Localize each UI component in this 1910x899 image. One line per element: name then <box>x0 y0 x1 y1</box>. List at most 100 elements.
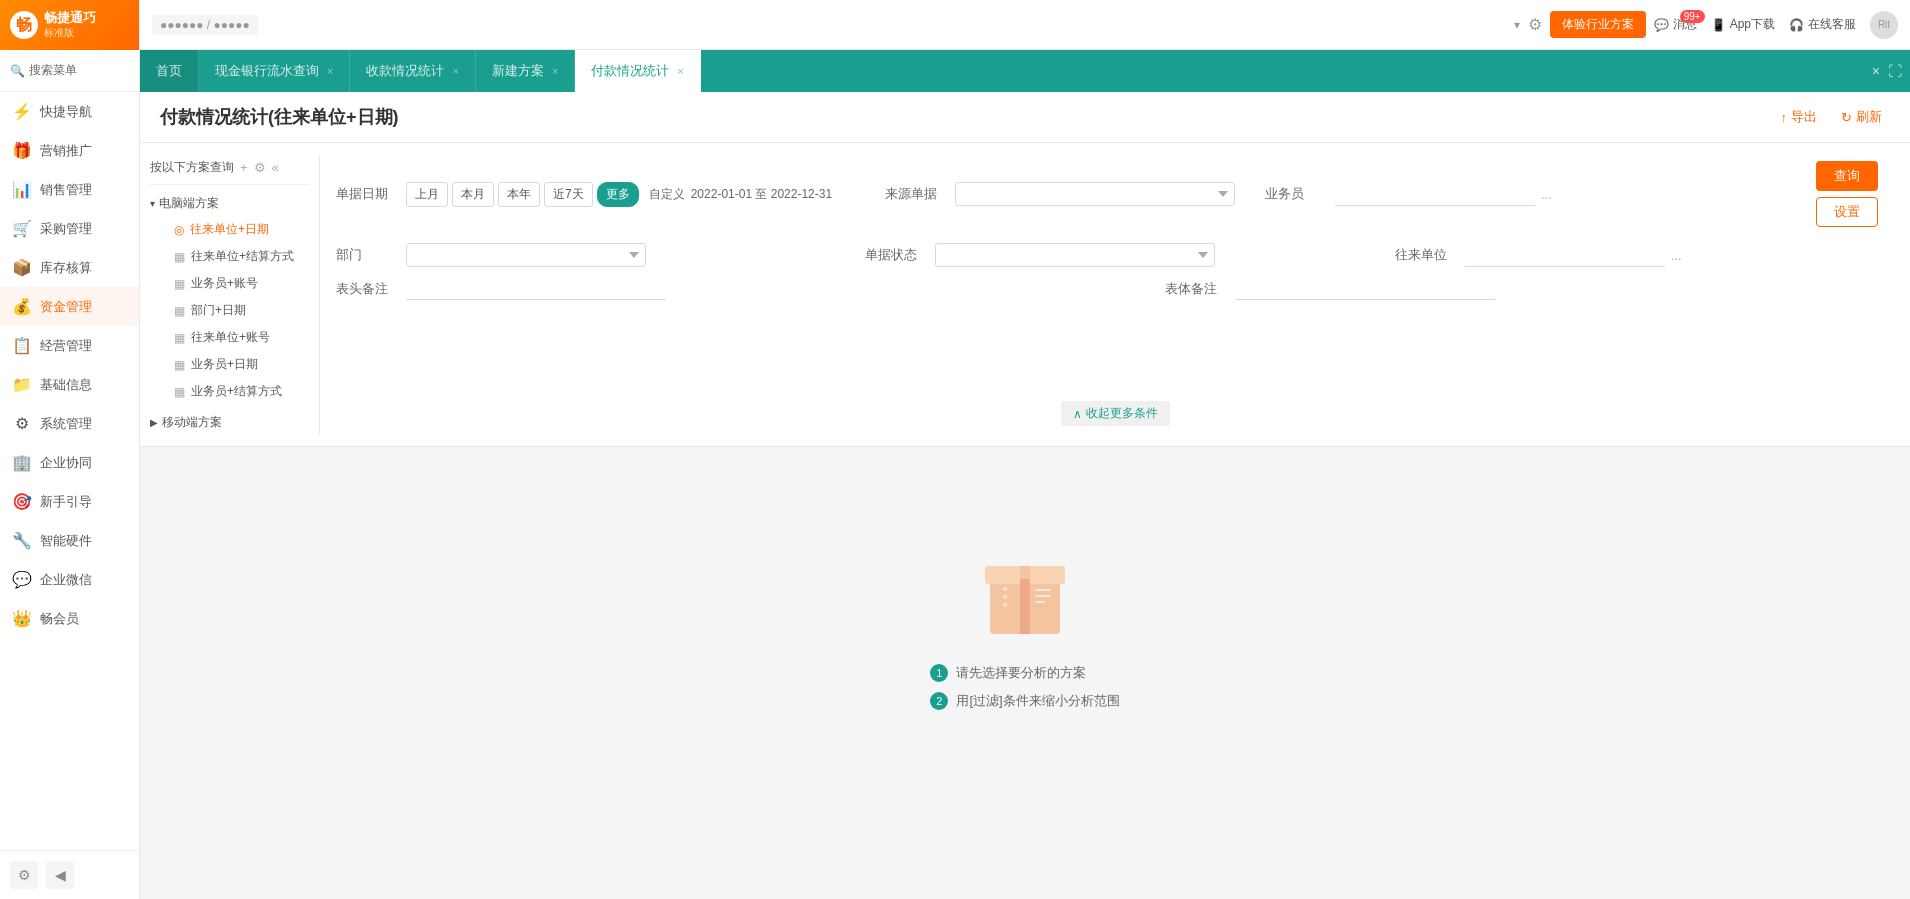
sidebar-item-operations[interactable]: 📋 经营管理 <box>0 326 139 365</box>
scheme-salesman-settlement-icon: ▦ <box>174 385 185 399</box>
filter-layout: 按以下方案查询 + ⚙ « ▾ 电脑端方案 ◎ 往来单 <box>140 155 1910 434</box>
scheme-salesman-account[interactable]: ▦ 业务员+账号 <box>166 270 309 297</box>
address-dropdown-btn[interactable]: ▾ <box>1514 18 1520 32</box>
export-btn[interactable]: ↑ 导出 <box>1773 104 1826 130</box>
sidebar-item-guide[interactable]: 🎯 新手引导 <box>0 482 139 521</box>
address-text: ●●●●●● / ●●●●● <box>152 15 258 35</box>
svg-rect-8 <box>1035 595 1051 597</box>
sidebar-item-system[interactable]: ⚙ 系统管理 <box>0 404 139 443</box>
dept-select[interactable] <box>406 243 646 267</box>
close-all-tabs-btn[interactable]: × <box>1872 63 1880 79</box>
scheme-salesman-date-label: 业务员+日期 <box>191 356 258 373</box>
tab-new-plan[interactable]: 新建方案 × <box>476 50 575 92</box>
sales-icon: 📊 <box>12 180 32 199</box>
sidebar-search-area[interactable]: 🔍 搜索菜单 <box>0 50 139 92</box>
partner-dots-btn[interactable]: ... <box>1671 248 1682 263</box>
scheme-add-btn[interactable]: + <box>240 160 248 175</box>
scheme-salesman-settlement[interactable]: ▦ 业务员+结算方式 <box>166 378 309 405</box>
scheme-dept-date[interactable]: ▦ 部门+日期 <box>166 297 309 324</box>
tab-payment[interactable]: 付款情况统计 × <box>575 50 700 92</box>
sidebar-item-basics[interactable]: 📁 基础信息 <box>0 365 139 404</box>
table-body-remark-input[interactable] <box>1235 277 1495 300</box>
sidebar-item-purchase[interactable]: 🛒 采购管理 <box>0 209 139 248</box>
source-bill-select[interactable] <box>955 182 1235 206</box>
partner-input[interactable] <box>1465 244 1665 267</box>
mobile-arrow-icon: ▶ <box>150 417 158 428</box>
sidebar-item-member[interactable]: 👑 畅会员 <box>0 599 139 638</box>
date-this-year-btn[interactable]: 本年 <box>498 182 540 207</box>
topbar-right: 💬 消息 99+ 📱 App下载 🎧 在线客服 Rit <box>1654 11 1898 39</box>
sidebar-item-marketing[interactable]: 🎁 营销推广 <box>0 131 139 170</box>
tab-payment-label: 付款情况统计 <box>591 62 669 80</box>
online-service-btn[interactable]: 🎧 在线客服 <box>1789 16 1856 33</box>
tab-bank-close[interactable]: × <box>327 65 333 77</box>
sidebar-item-hardware[interactable]: 🔧 智能硬件 <box>0 521 139 560</box>
scheme-salesman-date[interactable]: ▦ 业务员+日期 <box>166 351 309 378</box>
collapse-more-btn[interactable]: ∧ 收起更多条件 <box>1061 401 1170 426</box>
tab-receipt[interactable]: 收款情况统计 × <box>350 50 475 92</box>
salesman-dots-btn[interactable]: ... <box>1541 187 1552 202</box>
date-range-display: 2022-01-01 至 2022-12-31 <box>691 186 832 203</box>
mobile-section-toggle[interactable]: ▶ 移动端方案 <box>150 411 309 434</box>
date-this-month-btn[interactable]: 本月 <box>452 182 494 207</box>
empty-svg-illustration <box>965 534 1085 644</box>
pc-section-toggle[interactable]: ▾ 电脑端方案 <box>150 191 309 216</box>
scheme-unit-settlement[interactable]: ▦ 往来单位+结算方式 <box>166 243 309 270</box>
fullscreen-btn[interactable]: ⛶ <box>1888 63 1902 79</box>
sidebar-item-inventory[interactable]: 📦 库存核算 <box>0 248 139 287</box>
tab-home[interactable]: 首页 <box>140 50 199 92</box>
tabbar-right-controls: × ⛶ <box>1864 50 1910 92</box>
date-more-btn[interactable]: 更多 <box>597 182 639 207</box>
tab-bank[interactable]: 现金银行流水查询 × <box>199 50 350 92</box>
app-download-btn[interactable]: 📱 App下载 <box>1711 16 1775 33</box>
scheme-unit-account[interactable]: ▦ 往来单位+账号 <box>166 324 309 351</box>
date-last-month-btn[interactable]: 上月 <box>406 182 448 207</box>
user-avatar[interactable]: Rit <box>1870 11 1898 39</box>
scheme-settings-btn[interactable]: ⚙ <box>254 160 266 175</box>
partner-label: 往来单位 <box>1395 246 1465 264</box>
collapse-label: 收起更多条件 <box>1086 405 1158 422</box>
sidebar-item-wechat[interactable]: 💬 企业微信 <box>0 560 139 599</box>
topbar-gear-btn[interactable]: ⚙ <box>1528 15 1542 34</box>
source-bill-label: 来源单据 <box>885 185 955 203</box>
bill-status-select[interactable] <box>935 243 1215 267</box>
settings-bottom-btn[interactable]: ⚙ <box>10 861 38 889</box>
date-quick-btns: 上月 本月 本年 近7天 更多 <box>406 182 639 207</box>
collapse-sidebar-btn[interactable]: ◀ <box>46 861 74 889</box>
date-last-7-btn[interactable]: 近7天 <box>544 182 593 207</box>
query-btn[interactable]: 查询 <box>1816 161 1878 191</box>
sidebar-item-quicknav[interactable]: ⚡ 快捷导航 <box>0 92 139 131</box>
sidebar-item-sales[interactable]: 📊 销售管理 <box>0 170 139 209</box>
sidebar-item-corp[interactable]: 🏢 企业协同 <box>0 443 139 482</box>
empty-content: 1 请先选择要分析的方案 2 用[过滤]条件来缩小分析范围 <box>930 534 1119 710</box>
messages-badge: 99+ <box>1680 10 1705 23</box>
member-icon: 👑 <box>12 609 32 628</box>
finance-icon: 💰 <box>12 297 32 316</box>
industry-plan-btn[interactable]: 体验行业方案 <box>1550 11 1646 38</box>
sidebar-item-finance[interactable]: 💰 资金管理 <box>0 287 139 326</box>
filter-action-btns: 查询 设置 <box>1800 155 1894 233</box>
tab-payment-close[interactable]: × <box>677 65 683 77</box>
mobile-section-label: 移动端方案 <box>162 414 222 431</box>
svg-rect-7 <box>1035 589 1051 591</box>
search-menu-btn[interactable]: 🔍 搜索菜单 <box>10 58 129 83</box>
scheme-collapse-btn[interactable]: « <box>272 160 279 175</box>
purchase-icon: 🛒 <box>12 219 32 238</box>
table-head-remark-input[interactable] <box>406 277 666 300</box>
sidebar: 畅 畅捷通巧 标准版 🔍 搜索菜单 ⚡ 快捷导航 🎁 营销推广 📊 销售管理 🛒… <box>0 0 140 899</box>
tab-new-plan-close[interactable]: × <box>552 65 558 77</box>
collapse-arrow-icon: ∧ <box>1073 407 1082 421</box>
scheme-unit-date[interactable]: ◎ 往来单位+日期 <box>166 216 309 243</box>
salesman-input[interactable] <box>1335 183 1535 206</box>
messages-btn[interactable]: 💬 消息 99+ <box>1654 16 1697 33</box>
scheme-sidebar: 按以下方案查询 + ⚙ « ▾ 电脑端方案 ◎ 往来单 <box>140 155 320 434</box>
table-head-remark-control <box>406 277 1065 300</box>
settings-btn[interactable]: 设置 <box>1816 197 1878 227</box>
scheme-salesman-settlement-label: 业务员+结算方式 <box>191 383 282 400</box>
tab-receipt-close[interactable]: × <box>452 65 458 77</box>
corp-icon: 🏢 <box>12 453 32 472</box>
scheme-dept-date-icon: ▦ <box>174 304 185 318</box>
refresh-btn[interactable]: ↻ 刷新 <box>1833 104 1890 130</box>
refresh-label: 刷新 <box>1856 108 1882 126</box>
app-download-label: App下载 <box>1730 16 1775 33</box>
